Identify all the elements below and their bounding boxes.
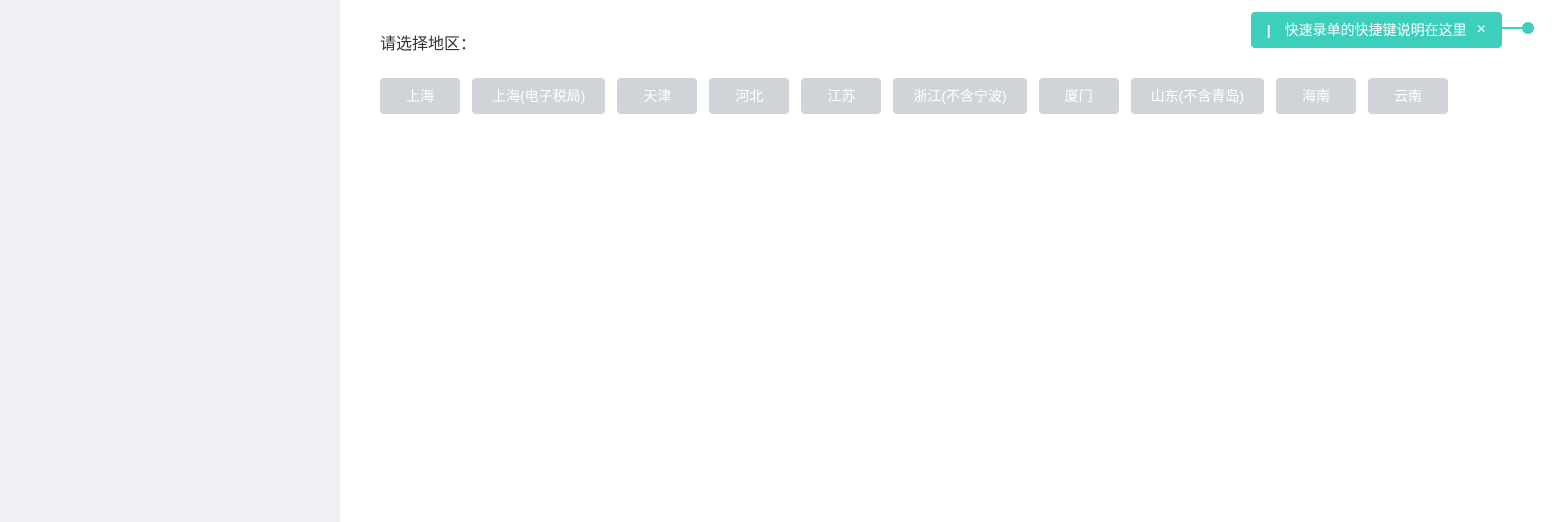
tooltip-banner: 快速录单的快捷键说明在这里 × <box>1251 12 1502 48</box>
main-content: 请选择地区： 上海上海(电子税局)天津河北江苏浙江(不含宁波)厦门山东(不含青岛… <box>340 0 1562 522</box>
tooltip-line <box>1502 27 1524 29</box>
tooltip-close-button[interactable]: × <box>1477 22 1486 38</box>
tooltip-text: 快速录单的快捷键说明在这里 <box>1285 20 1467 40</box>
region-button-zhejiang[interactable]: 浙江(不含宁波) <box>893 78 1026 114</box>
tooltip-dot <box>1522 22 1534 34</box>
region-button-hainan[interactable]: 海南 <box>1276 78 1356 114</box>
region-button-shanghai-etax[interactable]: 上海(电子税局) <box>472 78 605 114</box>
region-button-tianjin[interactable]: 天津 <box>617 78 697 114</box>
region-button-hebei[interactable]: 河北 <box>709 78 789 114</box>
region-button-shanghai[interactable]: 上海 <box>380 78 460 114</box>
region-button-jiangsu[interactable]: 江苏 <box>801 78 881 114</box>
left-panel <box>0 0 340 522</box>
region-buttons-container: 上海上海(电子税局) 天津河北江苏浙江(不含宁波) 厦门山东(不含青岛) 海南云南 <box>380 78 1522 114</box>
region-button-shandong[interactable]: 山东(不含青岛) <box>1131 78 1264 114</box>
region-button-xiamen[interactable]: 厦门 <box>1039 78 1119 114</box>
region-button-yunnan[interactable]: 云南 <box>1368 78 1448 114</box>
